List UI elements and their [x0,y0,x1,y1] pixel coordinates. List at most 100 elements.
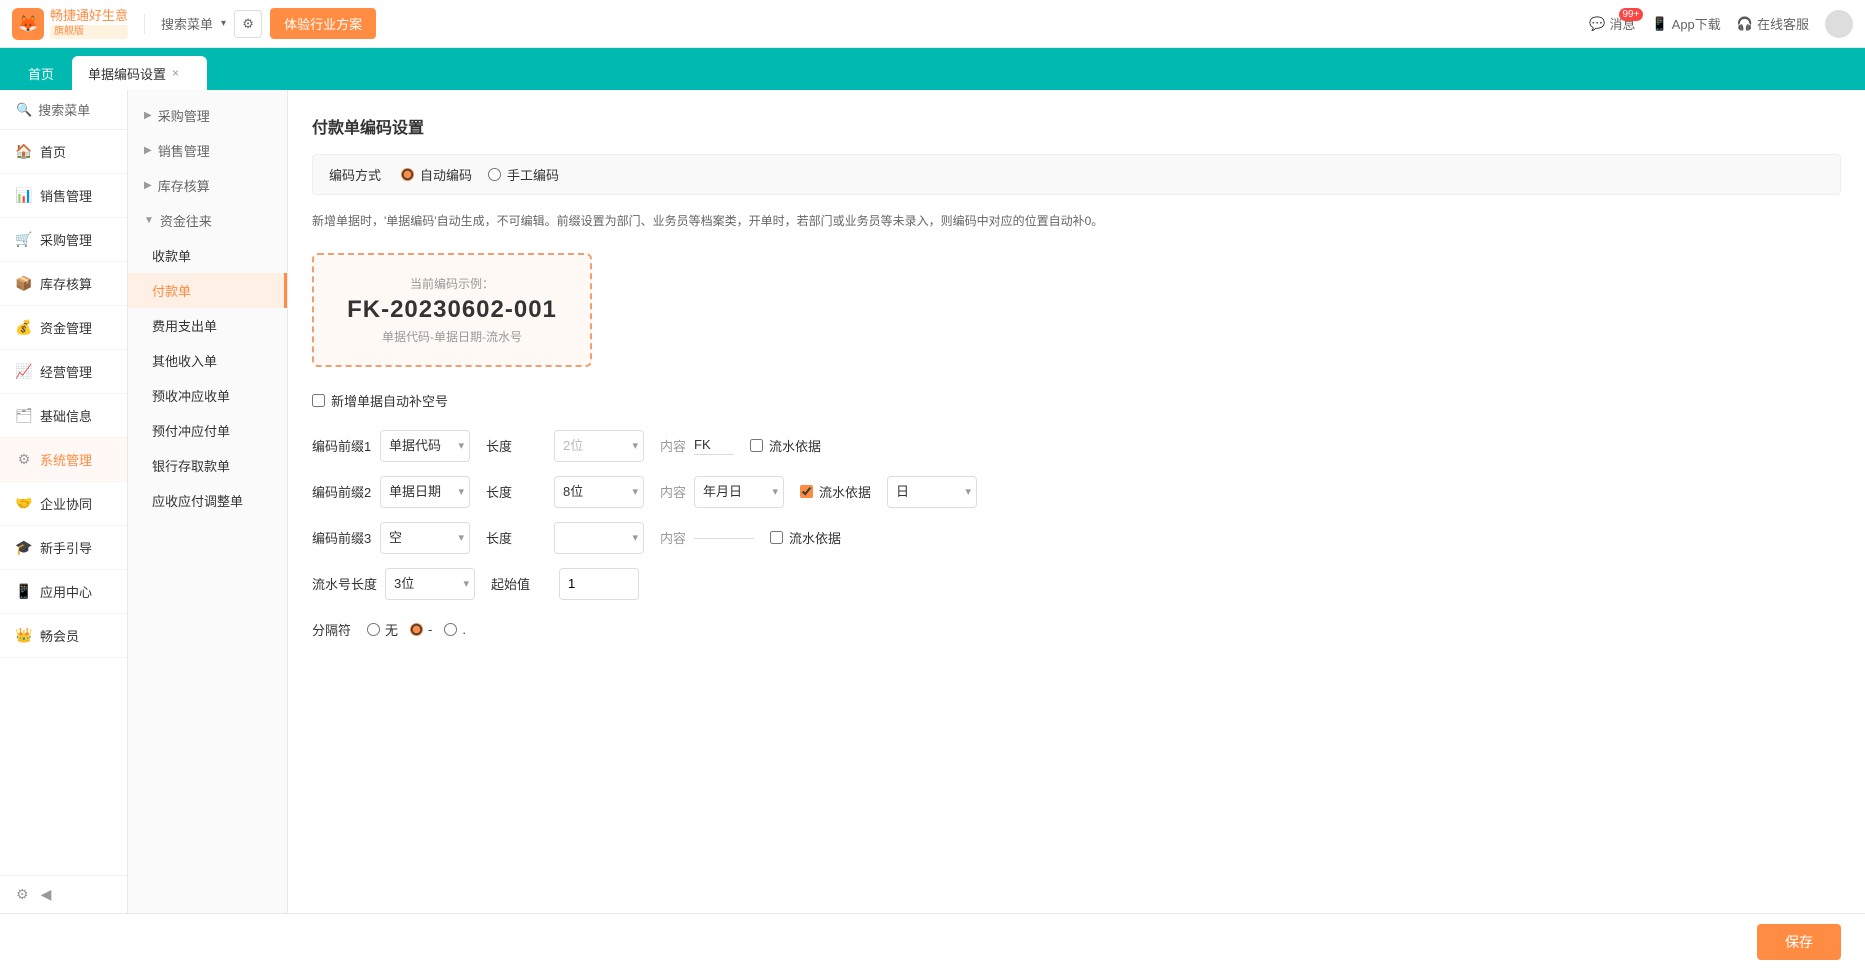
prefix3-select-wrapper[interactable]: 空 [380,522,470,554]
arrow-right-icon-2: ▶ [144,145,152,156]
submenu-item-payment[interactable]: 付款单 [128,273,287,308]
sidebar-item-operation[interactable]: 📈 经营管理 [0,350,127,394]
prefix1-select-wrapper[interactable]: 单据代码 [380,430,470,462]
prefix2-stream-unit-wrapper[interactable]: 日 月 年 [887,476,977,508]
prefix2-length-select[interactable]: 8位 [554,476,644,508]
app-download-area[interactable]: 📱 App下载 [1651,14,1720,33]
prefix1-stream-input[interactable] [750,439,763,452]
topbar-left: 🦊 畅捷通好生意 旗舰版 搜索菜单 ▾ ⚙ 体验行业方案 [12,8,376,40]
submenu-group-inventory-title[interactable]: ▶ 库存核算 [128,168,287,203]
separator-none-input[interactable] [367,623,380,636]
preview-code: FK-20230602-001 [344,296,560,324]
auto-fill-input[interactable] [312,394,325,407]
separator-none-label: 无 [385,620,398,639]
encoding-auto-input[interactable] [401,168,414,181]
sidebar-item-finance[interactable]: 💰 资金管理 [0,306,127,350]
messages-area[interactable]: 💬 消息 99+ [1589,14,1635,33]
prefix2-select[interactable]: 单据日期 [380,476,470,508]
prefix2-row: 编码前缀2 单据日期 长度 8位 内容 [312,476,1841,508]
trial-button[interactable]: 体验行业方案 [270,8,376,39]
prefix1-select[interactable]: 单据代码 [380,430,470,462]
prefix1-label: 编码前缀1 [312,436,372,455]
serial-length-select[interactable]: 3位 4位 5位 [385,568,475,600]
save-button[interactable]: 保存 [1757,924,1841,960]
enterprise-icon: 🤝 [16,496,32,512]
sidebar-item-home[interactable]: 🏠 首页 [0,130,127,174]
footer-collapse-icon[interactable]: ◀ [41,886,52,903]
prefix2-content-select[interactable]: 年月日 [694,476,784,508]
prefix2-select-wrapper[interactable]: 单据日期 [380,476,470,508]
prefix1-group: 编码前缀1 单据代码 [312,430,470,462]
sidebar-item-enterprise[interactable]: 🤝 企业协同 [0,482,127,526]
prefix1-content-value: FK [694,437,734,455]
prefix3-length-wrapper[interactable] [554,522,644,554]
separator-dash-radio[interactable]: - [410,622,432,637]
separator-dash-input[interactable] [410,623,423,636]
logo-tag: 旗舰版 [50,25,128,39]
separator-label: 分隔符 [312,620,351,639]
prefix2-stream-input[interactable] [800,485,813,498]
nav-tabs: 首页 单据编码设置 × ⊞ [0,48,1865,90]
separator-none-radio[interactable]: 无 [367,620,398,639]
user-avatar[interactable] [1825,10,1853,38]
prefix2-content-wrapper[interactable]: 年月日 [694,476,784,508]
submenu-item-prepay-pay[interactable]: 预付冲应付单 [128,413,287,448]
encoding-manual-input[interactable] [488,168,501,181]
encoding-auto-label: 自动编码 [420,165,472,184]
encoding-mode-radio-group: 自动编码 手工编码 [401,165,559,184]
submenu-item-expense[interactable]: 费用支出单 [128,308,287,343]
prefix1-length-select[interactable]: 2位 [554,430,644,462]
submenu-group-funds-title[interactable]: ▼ 资金往来 [128,203,287,238]
online-service-area[interactable]: 🎧 在线客服 [1737,14,1809,33]
sidebar-item-inventory-label: 库存核算 [40,274,92,293]
prefix1-stream-checkbox[interactable]: 流水依据 [750,436,821,455]
sidebar-item-member[interactable]: 👑 畅会员 [0,614,127,658]
sidebar-item-sales[interactable]: 📊 销售管理 [0,174,127,218]
member-icon: 👑 [16,628,32,644]
prefix3-length-group: 长度 [486,522,644,554]
arrow-right-icon-3: ▶ [144,180,152,191]
submenu-group-purchase: ▶ 采购管理 [128,98,287,133]
prefix2-stream-checkbox[interactable]: 流水依据 [800,482,871,501]
footer-settings-icon[interactable]: ⚙ [16,886,29,903]
tab-encoding[interactable]: 单据编码设置 × ⊞ [72,56,207,90]
submenu-group-purchase-title[interactable]: ▶ 采购管理 [128,98,287,133]
sidebar-item-inventory[interactable]: 📦 库存核算 [0,262,127,306]
auto-fill-checkbox[interactable]: 新增单据自动补空号 [312,391,448,410]
sidebar-item-system[interactable]: ⚙ 系统管理 [0,438,127,482]
submenu-item-receipt[interactable]: 收款单 [128,238,287,273]
prefix3-length-select[interactable] [554,522,644,554]
topbar-search-area[interactable]: 搜索菜单 ▾ [161,14,226,33]
sidebar-item-purchase[interactable]: 🛒 采购管理 [0,218,127,262]
separator-dot-radio[interactable]: . [444,622,466,637]
prefix2-stream-unit-select[interactable]: 日 月 年 [887,476,977,508]
prefix1-length-wrapper[interactable]: 2位 [554,430,644,462]
submenu-item-receipt-label: 收款单 [152,249,191,264]
sidebar-item-home-label: 首页 [40,142,66,161]
submenu-item-ar-ap-adjust[interactable]: 应收应付调整单 [128,483,287,518]
prefix3-stream-checkbox[interactable]: 流水依据 [770,528,841,547]
serial-start-input[interactable] [559,568,639,600]
sales-icon: 📊 [16,188,32,204]
prefix3-select[interactable]: 空 [380,522,470,554]
sidebar-item-apps[interactable]: 📱 应用中心 [0,570,127,614]
sidebar-item-guide[interactable]: 🎓 新手引导 [0,526,127,570]
tab-home[interactable]: 首页 [12,56,70,90]
prefix1-length-label: 长度 [486,436,546,455]
prefix2-length-wrapper[interactable]: 8位 [554,476,644,508]
submenu-group-funds: ▼ 资金往来 收款单 付款单 费用支出单 其他收入单 预收冲应收单 预付冲应付单 [128,203,287,518]
basic-icon: 🗂 [16,408,32,424]
settings-button[interactable]: ⚙ [234,10,262,38]
submenu-item-bank-deposit[interactable]: 银行存取款单 [128,448,287,483]
serial-length-wrapper[interactable]: 3位 4位 5位 [385,568,475,600]
prefix3-stream-input[interactable] [770,531,783,544]
tab-close-icon[interactable]: × [172,66,179,80]
submenu-group-sales-title[interactable]: ▶ 销售管理 [128,133,287,168]
search-menu-sidebar[interactable]: 🔍 搜索菜单 [0,90,127,130]
sidebar-item-basic[interactable]: 🗂 基础信息 [0,394,127,438]
encoding-manual-radio[interactable]: 手工编码 [488,165,559,184]
submenu-item-other-income[interactable]: 其他收入单 [128,343,287,378]
separator-dot-input[interactable] [444,623,457,636]
submenu-item-prepay-recv[interactable]: 预收冲应收单 [128,378,287,413]
encoding-auto-radio[interactable]: 自动编码 [401,165,472,184]
